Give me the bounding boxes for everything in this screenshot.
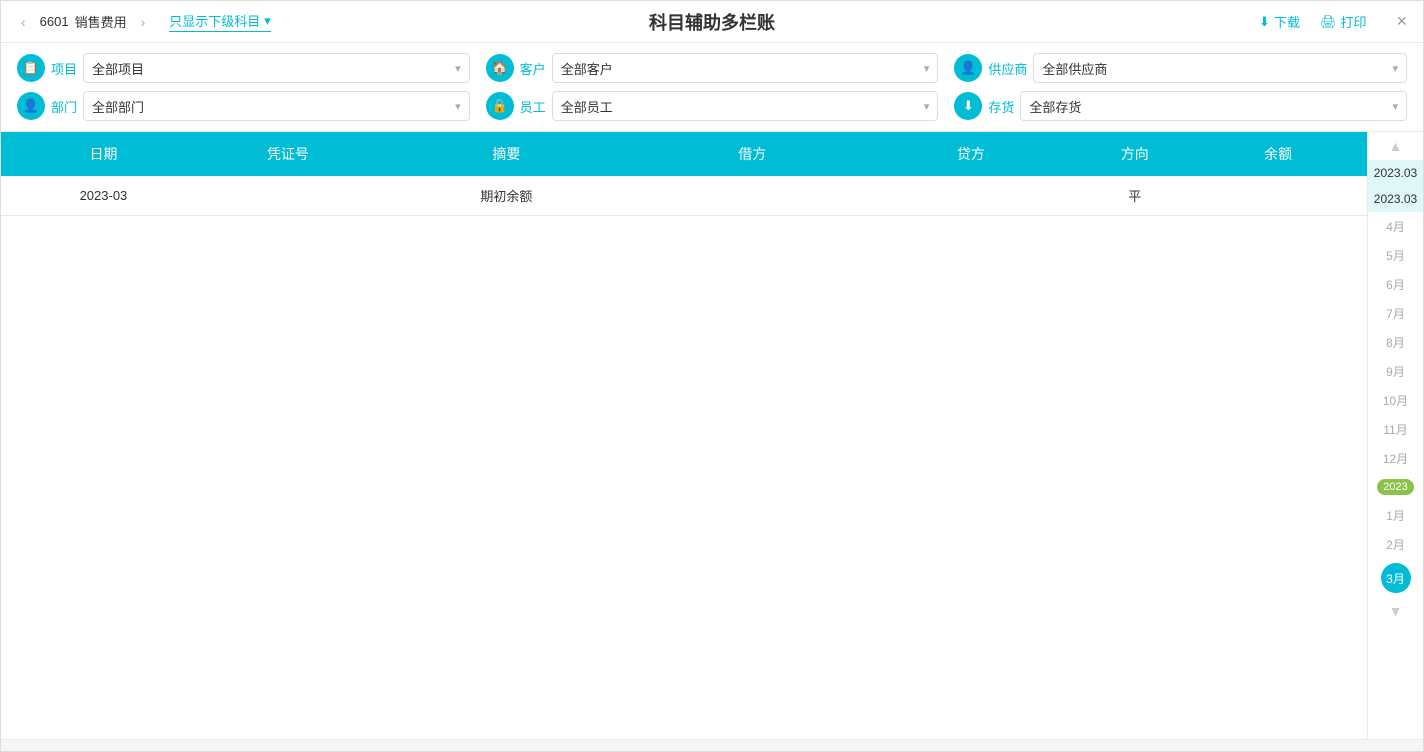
col-debit: 借方 xyxy=(643,132,862,176)
department-arrow-icon: ▾ xyxy=(455,100,461,113)
col-summary: 摘要 xyxy=(370,132,643,176)
filter-inventory: ⬇ 存货 全部存货 ▾ xyxy=(954,91,1407,121)
employee-select[interactable]: 全部员工 ▾ xyxy=(552,91,939,121)
account-code-display: 6601 销售费用 xyxy=(40,12,127,31)
project-select[interactable]: 全部项目 ▾ xyxy=(83,53,470,83)
table-row: 2023-03 期初余额 平 xyxy=(1,176,1367,216)
ledger-table: 日期 凭证号 摘要 借方 贷方 方向 余额 2023-03 期初余额 xyxy=(1,132,1367,216)
department-label: 部门 xyxy=(51,97,77,116)
supplier-arrow-icon: ▾ xyxy=(1392,62,1398,75)
sidebar-item-5[interactable]: 5月 xyxy=(1368,241,1423,270)
cell-debit xyxy=(643,176,862,216)
sidebar-item-2023-03-header1[interactable]: 2023.03 xyxy=(1368,160,1423,186)
filter-department: 👤 部门 全部部门 ▾ xyxy=(17,91,470,121)
download-icon: ⬇ xyxy=(1259,14,1270,30)
account-code-text: 6601 xyxy=(40,14,69,29)
sidebar-down-button[interactable]: ▼ xyxy=(1368,597,1423,625)
filter-area: 📋 项目 全部项目 ▾ 🏠 客户 全部客户 ▾ 👤 xyxy=(1,43,1423,132)
col-balance: 余额 xyxy=(1189,132,1367,176)
col-credit: 贷方 xyxy=(862,132,1081,176)
customer-label: 客户 xyxy=(520,59,546,78)
top-bar: ‹ 6601 销售费用 › 只显示下级科目 ▾ 科目辅助多栏账 ⬇ 下载 🖨 打… xyxy=(1,1,1423,43)
filter-row-1: 📋 项目 全部项目 ▾ 🏠 客户 全部客户 ▾ 👤 xyxy=(17,53,1407,83)
cell-date: 2023-03 xyxy=(1,176,206,216)
supplier-icon: 👤 xyxy=(954,54,982,82)
inventory-arrow-icon: ▾ xyxy=(1392,100,1398,113)
year-badge-2023: 2023 xyxy=(1377,479,1413,495)
project-value: 全部项目 xyxy=(92,59,144,78)
inventory-select[interactable]: 全部存货 ▾ xyxy=(1020,91,1407,121)
download-button[interactable]: ⬇ 下载 xyxy=(1259,12,1300,31)
next-account-button[interactable]: › xyxy=(137,12,150,32)
sidebar-item-10[interactable]: 10月 xyxy=(1368,386,1423,415)
inventory-icon: ⬇ xyxy=(954,92,982,120)
department-value: 全部部门 xyxy=(92,97,144,116)
download-label: 下载 xyxy=(1274,12,1300,31)
inventory-label: 存货 xyxy=(988,97,1014,116)
bottom-scrollbar[interactable] xyxy=(1,739,1423,751)
filter-customer: 🏠 客户 全部客户 ▾ xyxy=(486,53,939,83)
filter-project: 📋 项目 全部项目 ▾ xyxy=(17,53,470,83)
active-month-container: 3月 xyxy=(1381,563,1411,593)
sidebar-up-button[interactable]: ▲ xyxy=(1368,132,1423,160)
supplier-select[interactable]: 全部供应商 ▾ xyxy=(1033,53,1407,83)
sidebar-item-12[interactable]: 12月 xyxy=(1368,444,1423,473)
col-voucher: 凭证号 xyxy=(206,132,370,176)
sidebar-item-1[interactable]: 1月 xyxy=(1368,501,1423,530)
employee-label: 员工 xyxy=(520,97,546,116)
show-sub-label: 只显示下级科目 xyxy=(169,11,260,30)
year-badge-container: 2023 xyxy=(1377,477,1413,497)
top-actions: ⬇ 下载 🖨 打印 × xyxy=(1259,11,1407,32)
table-container: 日期 凭证号 摘要 借方 贷方 方向 余额 2023-03 期初余额 xyxy=(1,132,1367,739)
supplier-label: 供应商 xyxy=(988,59,1027,78)
sidebar-item-3-active[interactable]: 3月 xyxy=(1381,563,1411,593)
cell-direction: 平 xyxy=(1080,176,1189,216)
col-direction: 方向 xyxy=(1080,132,1189,176)
employee-arrow-icon: ▾ xyxy=(924,100,930,113)
sidebar-item-7[interactable]: 7月 xyxy=(1368,299,1423,328)
main-window: ‹ 6601 销售费用 › 只显示下级科目 ▾ 科目辅助多栏账 ⬇ 下载 🖨 打… xyxy=(0,0,1424,752)
project-label: 项目 xyxy=(51,59,77,78)
employee-icon: 🔒 xyxy=(486,92,514,120)
print-button[interactable]: 🖨 打印 xyxy=(1320,12,1367,31)
print-label: 打印 xyxy=(1340,12,1366,31)
department-select[interactable]: 全部部门 ▾ xyxy=(83,91,470,121)
sidebar-item-2023-03-header2[interactable]: 2023.03 xyxy=(1368,186,1423,212)
project-icon: 📋 xyxy=(17,54,45,82)
right-sidebar: ▲ 2023.03 2023.03 4月 5月 6月 7月 8月 9月 10月 … xyxy=(1367,132,1423,739)
project-arrow-icon: ▾ xyxy=(455,62,461,75)
filter-supplier: 👤 供应商 全部供应商 ▾ xyxy=(954,53,1407,83)
customer-select[interactable]: 全部客户 ▾ xyxy=(552,53,939,83)
table-header-row: 日期 凭证号 摘要 借方 贷方 方向 余额 xyxy=(1,132,1367,176)
cell-voucher xyxy=(206,176,370,216)
sidebar-item-6[interactable]: 6月 xyxy=(1368,270,1423,299)
filter-employee: 🔒 员工 全部员工 ▾ xyxy=(486,91,939,121)
customer-value: 全部客户 xyxy=(561,59,613,78)
inventory-value: 全部存货 xyxy=(1029,97,1081,116)
close-button[interactable]: × xyxy=(1396,11,1407,32)
sidebar-item-8[interactable]: 8月 xyxy=(1368,328,1423,357)
customer-icon: 🏠 xyxy=(486,54,514,82)
supplier-value: 全部供应商 xyxy=(1042,59,1107,78)
sidebar-item-11[interactable]: 11月 xyxy=(1368,415,1423,444)
filter-row-2: 👤 部门 全部部门 ▾ 🔒 员工 全部员工 ▾ ⬇ xyxy=(17,91,1407,121)
sidebar-item-9[interactable]: 9月 xyxy=(1368,357,1423,386)
scroll-inner xyxy=(1,740,1423,751)
print-icon: 🖨 xyxy=(1320,14,1337,30)
employee-value: 全部员工 xyxy=(561,97,613,116)
cell-balance xyxy=(1189,176,1367,216)
account-name-text: 销售费用 xyxy=(75,12,127,31)
customer-arrow-icon: ▾ xyxy=(924,62,930,75)
prev-account-button[interactable]: ‹ xyxy=(17,12,30,32)
sidebar-item-4[interactable]: 4月 xyxy=(1368,212,1423,241)
page-title: 科目辅助多栏账 xyxy=(649,9,775,35)
col-date: 日期 xyxy=(1,132,206,176)
cell-summary: 期初余额 xyxy=(370,176,643,216)
sidebar-item-2[interactable]: 2月 xyxy=(1368,530,1423,559)
department-icon: 👤 xyxy=(17,92,45,120)
show-sub-arrow-icon: ▾ xyxy=(264,13,271,29)
show-sub-button[interactable]: 只显示下级科目 ▾ xyxy=(169,11,271,32)
cell-credit xyxy=(862,176,1081,216)
